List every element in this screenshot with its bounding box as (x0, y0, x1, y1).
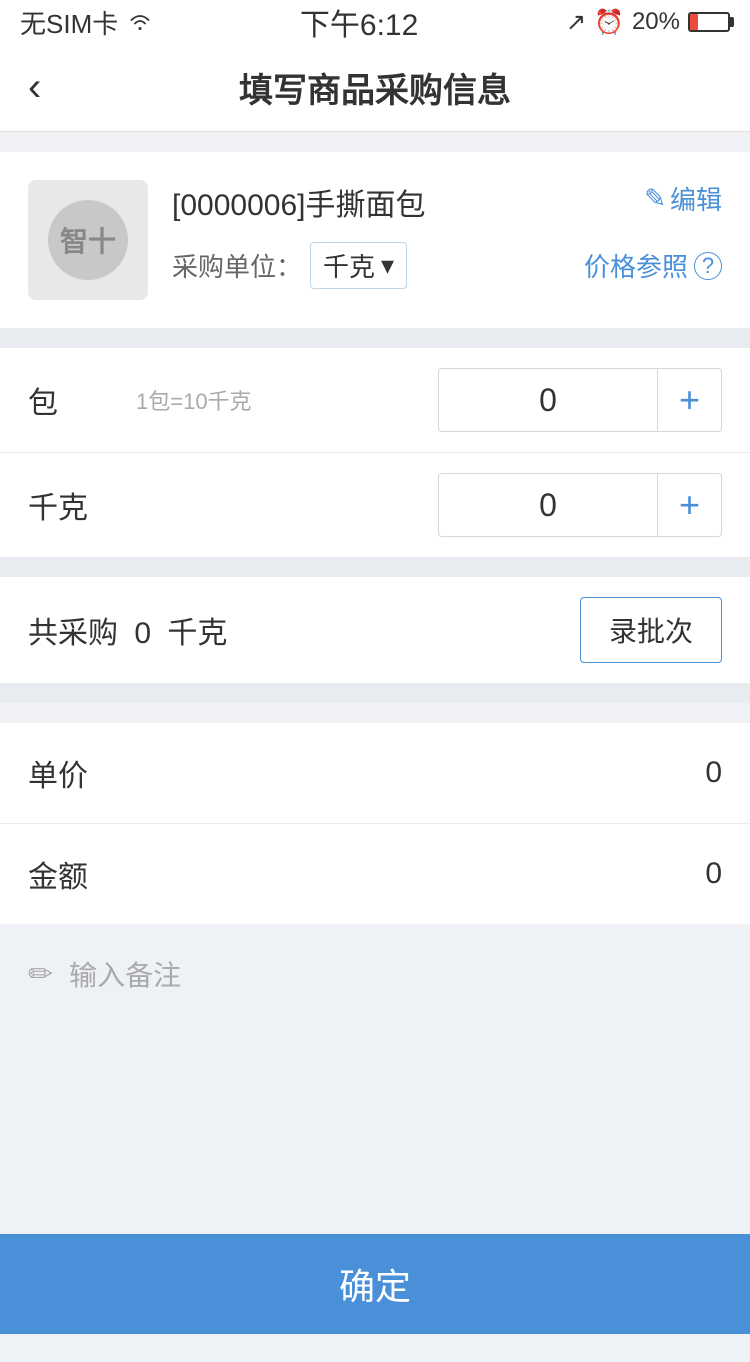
quantity-section: 包 1包=10千克 + 千克 + (0, 348, 750, 557)
section-divider-1 (0, 328, 750, 348)
price-amount-section: 单价 0 金额 0 (0, 723, 750, 924)
price-ref-button[interactable]: 价格参照 ? (584, 247, 722, 284)
price-ref-icon: ? (694, 252, 722, 280)
kg-quantity-input[interactable] (438, 473, 658, 537)
bao-quantity-input[interactable] (438, 368, 658, 432)
total-unit: 千克 (167, 617, 227, 650)
edit-button[interactable]: ✎ 编辑 (644, 180, 722, 217)
battery-text: 20% (632, 8, 680, 36)
status-left: 无SIM卡 (20, 4, 152, 41)
unit-label: 采购单位： (172, 247, 302, 284)
product-unit-row: 采购单位： 千克 ▾ 价格参照 ? (172, 242, 722, 289)
price-label: 单价 (28, 751, 88, 795)
amount-value: 0 (705, 857, 722, 891)
battery-icon (688, 12, 730, 32)
wifi-icon (128, 7, 152, 38)
price-ref-label: 价格参照 (584, 247, 688, 284)
kg-input-row: 千克 + (0, 453, 750, 557)
dropdown-icon: ▾ (381, 250, 394, 281)
product-logo: 智十 (48, 200, 128, 280)
confirm-button[interactable]: 确定 (0, 1234, 750, 1334)
total-prefix: 共采购 (28, 617, 118, 650)
total-value: 0 (134, 617, 151, 650)
page-title: 填写商品采购信息 (239, 63, 511, 112)
carrier-text: 无SIM卡 (20, 4, 118, 41)
status-time: 下午6:12 (300, 0, 418, 44)
status-right: ↗ ⏰ 20% (566, 8, 730, 37)
nav-bar: ‹ 填写商品采购信息 (0, 44, 750, 132)
status-bar: 无SIM卡 下午6:12 ↗ ⏰ 20% (0, 0, 750, 44)
product-name: [0000006]手撕面包 (172, 180, 425, 224)
product-card: 智十 [0000006]手撕面包 ✎ 编辑 采购单位： 千克 ▾ 价格参照 ? (0, 152, 750, 328)
kg-plus-button[interactable]: + (658, 473, 722, 537)
location-icon: ↗ (566, 8, 586, 37)
section-divider-3 (0, 683, 750, 703)
unit-dropdown[interactable]: 千克 ▾ (310, 242, 407, 289)
amount-label: 金额 (28, 852, 88, 896)
price-row: 单价 0 (0, 723, 750, 824)
edit-icon: ✎ (644, 183, 666, 214)
total-row: 共采购 0 千克 录批次 (0, 577, 750, 683)
note-section[interactable]: ✏ 输入备注 (0, 926, 750, 1022)
unit-value: 千克 (323, 247, 375, 284)
total-text: 共采购 0 千克 (28, 608, 227, 652)
bao-label: 包 (28, 378, 128, 422)
bao-input-group: + (438, 368, 722, 432)
batch-button[interactable]: 录批次 (580, 597, 722, 663)
amount-row: 金额 0 (0, 824, 750, 924)
kg-input-group: + (438, 473, 722, 537)
bao-sublabel: 1包=10千克 (136, 384, 438, 416)
note-placeholder-text: 输入备注 (69, 954, 181, 994)
pencil-icon: ✏ (28, 957, 53, 992)
price-value: 0 (705, 756, 722, 790)
back-button[interactable]: ‹ (28, 65, 41, 110)
edit-label: 编辑 (670, 180, 722, 217)
bao-input-row: 包 1包=10千克 + (0, 348, 750, 453)
section-divider-2 (0, 557, 750, 577)
bao-plus-button[interactable]: + (658, 368, 722, 432)
alarm-icon: ⏰ (594, 8, 624, 37)
product-thumbnail: 智十 (28, 180, 148, 300)
kg-label: 千克 (28, 483, 128, 527)
product-info: [0000006]手撕面包 ✎ 编辑 采购单位： 千克 ▾ 价格参照 ? (172, 180, 722, 289)
product-header: [0000006]手撕面包 ✎ 编辑 (172, 180, 722, 224)
